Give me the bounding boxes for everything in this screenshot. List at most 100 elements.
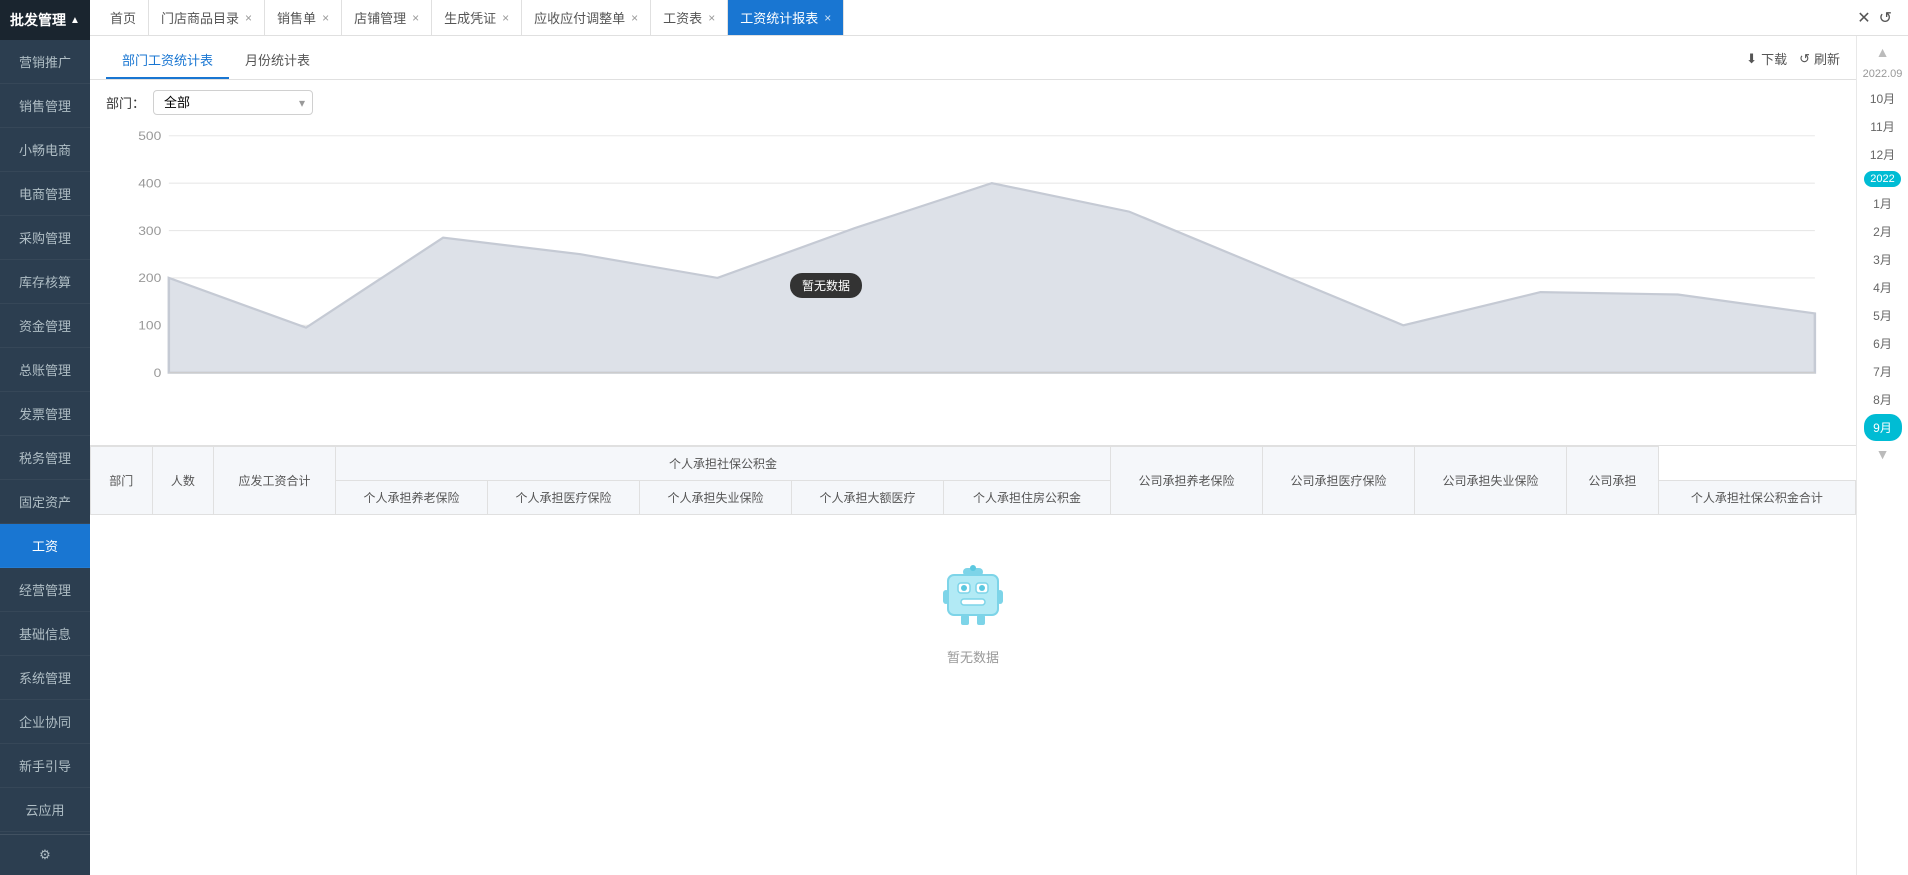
tab-product[interactable]: 门店商品目录× (149, 0, 265, 36)
sidebar-header[interactable]: 批发管理 ▲ (0, 0, 90, 40)
tab-label-store: 店铺管理 (354, 8, 406, 27)
sidebar-item-yingxiao[interactable]: 营销推广 (0, 40, 90, 84)
col-header-部门: 部门 (91, 447, 153, 515)
year-2022-badge[interactable]: 2022 (1864, 171, 1900, 187)
col-sub-个人承担医疗保险: 个人承担医疗保险 (487, 481, 639, 515)
sidebar-item-yun[interactable]: 云应用 (0, 788, 90, 832)
tab-close-store[interactable]: × (412, 12, 419, 24)
month-2023-1月[interactable]: 1月 (1864, 190, 1902, 217)
sidebar-item-xinshou[interactable]: 新手引导 (0, 744, 90, 788)
month-2023-6月[interactable]: 6月 (1864, 330, 1902, 357)
content-area: 部门工资统计表月份统计表 ⬇ 下载 ↺ 刷新 部门： 全部销售部采购部财务部行政… (90, 36, 1856, 875)
sidebar-item-fapiao[interactable]: 发票管理 (0, 392, 90, 436)
tab-close-production[interactable]: × (502, 12, 509, 24)
tab-receivable[interactable]: 应收应付调整单 × (522, 0, 651, 36)
tab-label-payroll-stats: 工资统计报表 (740, 8, 818, 27)
col-header-应发工资合计: 应发工资合计 (214, 447, 336, 515)
dept-filter-wrap: 全部销售部采购部财务部行政部 (153, 90, 313, 115)
tab-close-payroll[interactable]: × (708, 12, 715, 24)
sidebar-item-shuiwu[interactable]: 税务管理 (0, 436, 90, 480)
download-icon: ⬇ (1746, 51, 1757, 67)
col-header-人数: 人数 (152, 447, 214, 515)
subtab-dept[interactable]: 部门工资统计表 (106, 44, 229, 79)
data-table: 部门人数应发工资合计个人承担社保公积金公司承担养老保险公司承担医疗保险公司承担失… (90, 446, 1856, 706)
col-header-公司承担: 公司承担 (1567, 447, 1659, 515)
sidebar-item-kucun[interactable]: 库存核算 (0, 260, 90, 304)
sidebar-item-gudingzichan[interactable]: 固定资产 (0, 480, 90, 524)
svg-text:300: 300 (138, 224, 161, 238)
settings-icon: ⚙ (39, 847, 51, 862)
sidebar-item-zijin[interactable]: 资金管理 (0, 304, 90, 348)
sub-tab-bar: 部门工资统计表月份统计表 ⬇ 下载 ↺ 刷新 (90, 36, 1856, 80)
tab-payroll[interactable]: 工资表 × (651, 0, 728, 36)
sidebar-item-zongzhang[interactable]: 总账管理 (0, 348, 90, 392)
tab-label-home: 首页 (110, 8, 136, 27)
sidebar-item-gongzi[interactable]: 工资 (0, 524, 90, 568)
tab-home[interactable]: 首页 (98, 0, 149, 36)
month-2023-2月[interactable]: 2月 (1864, 218, 1902, 245)
tab-label-sales: 销售单 (277, 8, 316, 27)
tab-store[interactable]: 店铺管理 × (342, 0, 432, 36)
download-button[interactable]: ⬇ 下载 (1746, 49, 1787, 68)
tab-refresh-icon[interactable]: ↺ (1879, 8, 1892, 28)
sub-tab-actions: ⬇ 下载 ↺ 刷新 (1746, 49, 1840, 74)
col-sub-个人承担住房公积金: 个人承担住房公积金 (943, 481, 1110, 515)
empty-icon (933, 555, 1013, 635)
refresh-label: 刷新 (1814, 49, 1840, 68)
refresh-icon: ↺ (1799, 51, 1810, 67)
refresh-button[interactable]: ↺ 刷新 (1799, 49, 1840, 68)
chart-svg: 0100200300400500 (106, 125, 1840, 405)
month-2022-12月[interactable]: 12月 (1864, 141, 1902, 168)
month-2023-4月[interactable]: 4月 (1864, 274, 1902, 301)
sidebar: 批发管理 ▲ 营销推广销售管理小畅电商电商管理采购管理库存核算资金管理总账管理发… (0, 0, 90, 875)
dept-filter[interactable]: 全部销售部采购部财务部行政部 (153, 90, 313, 115)
month-2023-7月[interactable]: 7月 (1864, 358, 1902, 385)
table-area[interactable]: 部门人数应发工资合计个人承担社保公积金公司承担养老保险公司承担医疗保险公司承担失… (90, 445, 1856, 875)
tab-close-product[interactable]: × (245, 12, 252, 24)
tab-label-payroll: 工资表 (663, 8, 702, 27)
sidebar-item-xitong[interactable]: 系统管理 (0, 656, 90, 700)
svg-text:200: 200 (138, 271, 161, 285)
filter-label: 部门： (106, 93, 145, 112)
col-sub-个人承担养老保险: 个人承担养老保险 (335, 481, 487, 515)
sidebar-item-xiaochang[interactable]: 小畅电商 (0, 128, 90, 172)
sidebar-toggle-icon: ▲ (70, 15, 80, 26)
tab-payroll-stats[interactable]: 工资统计报表 × (728, 0, 844, 36)
month-2023-9月[interactable]: 9月 (1864, 414, 1902, 441)
tab-sales[interactable]: 销售单 × (265, 0, 342, 36)
sidebar-item-qiye[interactable]: 企业协同 (0, 700, 90, 744)
sidebar-item-caigou[interactable]: 采购管理 (0, 216, 90, 260)
tab-label-production: 生成凭证 (444, 8, 496, 27)
tab-production[interactable]: 生成凭证 × (432, 0, 522, 36)
time-up-arrow[interactable]: ▲ (1872, 40, 1894, 64)
tab-close-sales[interactable]: × (322, 12, 329, 24)
tab-close-receivable[interactable]: × (631, 12, 638, 24)
sidebar-item-dianshang[interactable]: 电商管理 (0, 172, 90, 216)
subtab-month[interactable]: 月份统计表 (229, 44, 326, 79)
col-header-公司承担养老保险: 公司承担养老保险 (1111, 447, 1263, 515)
tab-label-receivable: 应收应付调整单 (534, 8, 625, 27)
sidebar-item-jingying[interactable]: 经营管理 (0, 568, 90, 612)
sidebar-item-xiaoshou[interactable]: 销售管理 (0, 84, 90, 128)
time-down-arrow[interactable]: ▼ (1872, 442, 1894, 466)
svg-text:0: 0 (154, 366, 162, 380)
tab-close-payroll-stats[interactable]: × (824, 12, 831, 24)
chart-area: 0100200300400500 暂无数据 (90, 125, 1856, 445)
month-2022-11月[interactable]: 11月 (1864, 113, 1902, 140)
month-2023-5月[interactable]: 5月 (1864, 302, 1902, 329)
table-row: 暂无数据 (91, 515, 1856, 707)
month-2023-3月[interactable]: 3月 (1864, 246, 1902, 273)
svg-text:500: 500 (138, 129, 161, 143)
month-2022-10月[interactable]: 10月 (1864, 85, 1902, 112)
time-panel: ▲ 2022.09 10月11月12月 2022 1月2月3月4月5月6月7月8… (1856, 36, 1908, 875)
year-2022-label: 2022.09 (1861, 64, 1905, 84)
svg-text:100: 100 (138, 319, 161, 333)
col-sub-个人承担失业保险: 个人承担失业保险 (639, 481, 791, 515)
tab-close-all-icon[interactable]: ✕ (1857, 8, 1870, 28)
month-2023-8月[interactable]: 8月 (1864, 386, 1902, 413)
sidebar-item-jichu[interactable]: 基础信息 (0, 612, 90, 656)
sidebar-settings[interactable]: ⚙ (0, 834, 90, 875)
empty-text: 暂无数据 (947, 647, 999, 666)
tab-bar: 首页门店商品目录×销售单×店铺管理×生成凭证×应收应付调整单×工资表×工资统计报… (90, 0, 1908, 36)
empty-state: 暂无数据 (91, 515, 1856, 706)
